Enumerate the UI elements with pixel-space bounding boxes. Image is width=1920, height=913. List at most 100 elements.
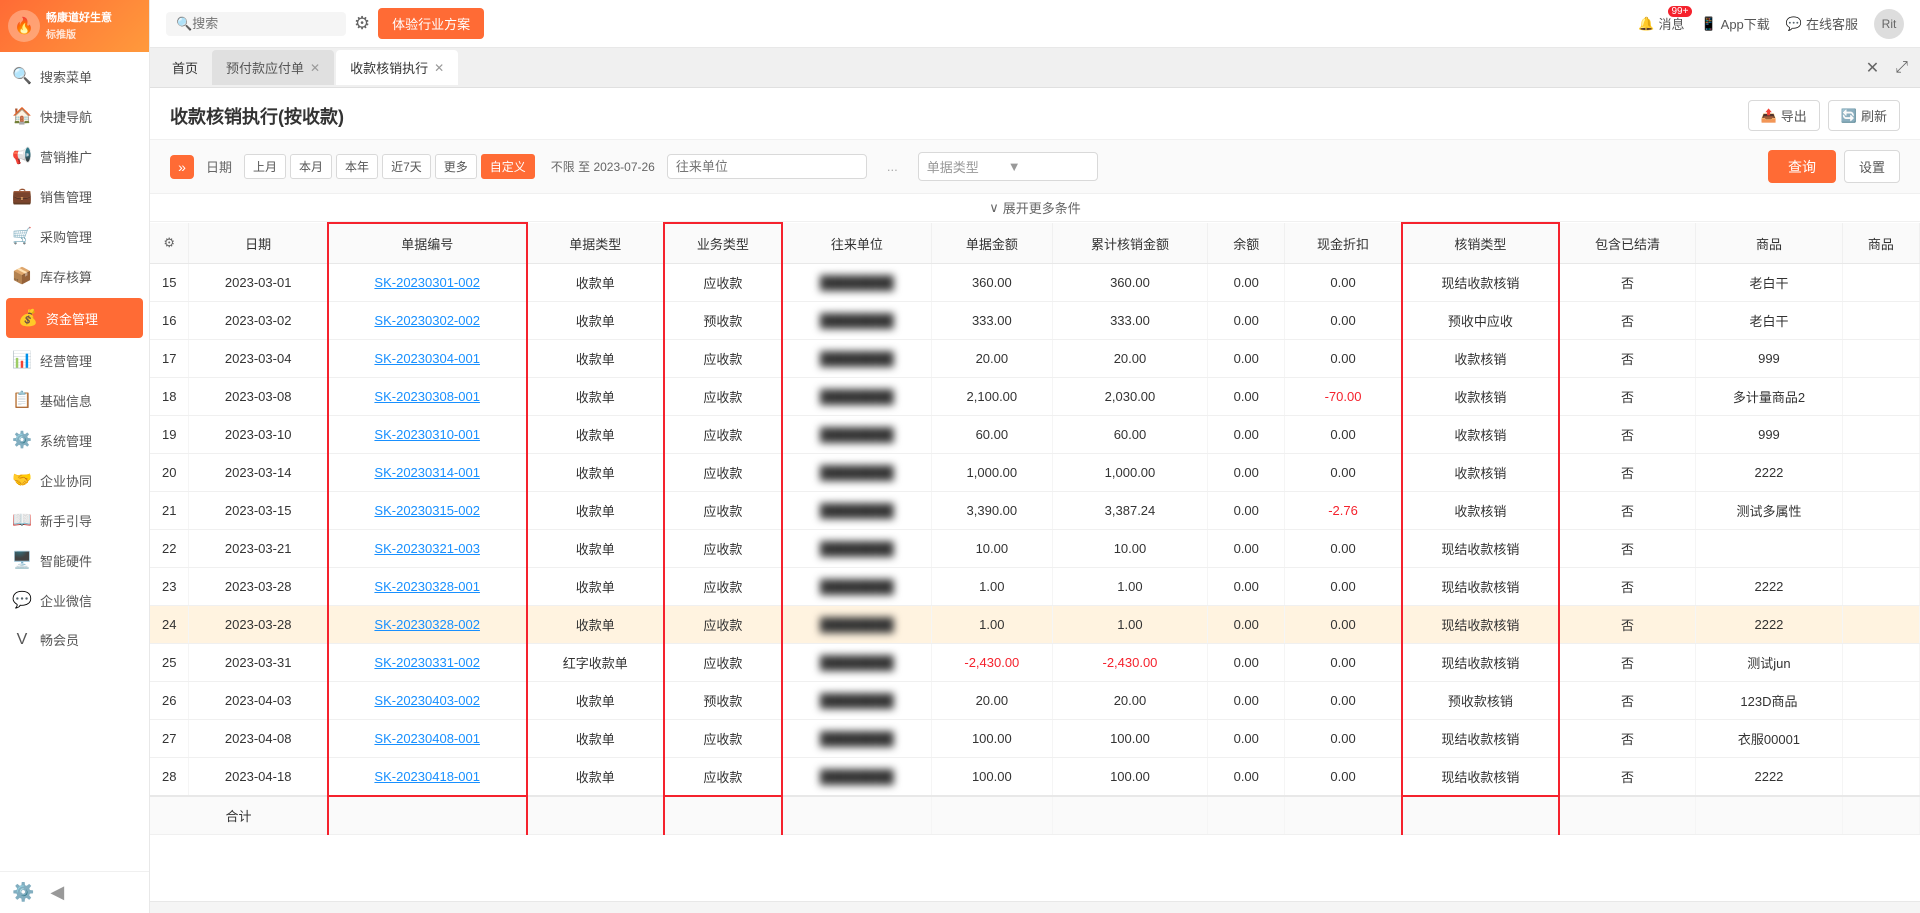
sidebar-item-hardware[interactable]: 🖥️ 智能硬件 — [0, 540, 149, 580]
sidebar-item-purchase[interactable]: 🛒 采购管理 — [0, 216, 149, 256]
sidebar-item-member[interactable]: V 畅会员 — [0, 620, 149, 659]
table-row[interactable]: 24 2023-03-28 SK-20230328-002 收款单 应收款 ██… — [150, 606, 1920, 644]
row-party: ████████ — [782, 644, 932, 682]
expand-more-button[interactable]: ∨ 展开更多条件 — [989, 198, 1081, 217]
row-balance: 0.00 — [1208, 758, 1285, 797]
row-date: 2023-04-08 — [189, 720, 328, 758]
maximize-tab-button[interactable]: ⤢ — [1891, 54, 1912, 82]
gear-icon-top[interactable]: ⚙ — [354, 13, 370, 34]
row-includes-settled: 否 — [1559, 682, 1696, 720]
col-header-doc-no: 单据编号 — [328, 223, 527, 264]
row-date: 2023-04-18 — [189, 758, 328, 797]
tab-home[interactable]: 首页 — [158, 50, 212, 85]
row-verify-amount: -2,430.00 — [1052, 644, 1208, 682]
table-row[interactable]: 21 2023-03-15 SK-20230315-002 收款单 应收款 ██… — [150, 492, 1920, 530]
row-biz-type: 应收款 — [664, 378, 782, 416]
table-row[interactable]: 26 2023-04-03 SK-20230403-002 收款单 预收款 ██… — [150, 682, 1920, 720]
table-row[interactable]: 25 2023-03-31 SK-20230331-002 红字收款单 应收款 … — [150, 644, 1920, 682]
sidebar: 🔥 畅康道好生意 标推版 🔍 搜索菜单 🏠 快捷导航 📢 营销推广 💼 销售管理… — [0, 0, 150, 913]
date-btn-last-month[interactable]: 上月 — [244, 154, 286, 179]
row-doc-type: 收款单 — [527, 606, 664, 644]
sidebar-item-operation[interactable]: 📊 经营管理 — [0, 340, 149, 380]
table-row[interactable]: 17 2023-03-04 SK-20230304-001 收款单 应收款 ██… — [150, 340, 1920, 378]
row-doc-no: SK-20230408-001 — [328, 720, 527, 758]
user-avatar[interactable]: Rit — [1874, 9, 1904, 39]
sidebar-item-wechat[interactable]: 💬 企业微信 — [0, 580, 149, 620]
close-tab-button[interactable]: ✕ — [1862, 54, 1883, 82]
settings-button[interactable]: 设置 — [1844, 150, 1900, 183]
row-amount: 20.00 — [931, 340, 1052, 378]
table-row[interactable]: 15 2023-03-01 SK-20230301-002 收款单 应收款 ██… — [150, 264, 1920, 302]
col-header-verify-amount: 累计核销金额 — [1052, 223, 1208, 264]
row-verify-type: 收款核销 — [1402, 454, 1559, 492]
row-date: 2023-03-28 — [189, 568, 328, 606]
export-button[interactable]: 📤 导出 — [1748, 100, 1820, 131]
tab-receipt-verify-close[interactable]: ✕ — [434, 61, 444, 75]
row-party: ████████ — [782, 530, 932, 568]
sidebar-item-enterprise[interactable]: 🤝 企业协同 — [0, 460, 149, 500]
query-button[interactable]: 查询 — [1768, 150, 1836, 183]
table-row[interactable]: 18 2023-03-08 SK-20230308-001 收款单 应收款 ██… — [150, 378, 1920, 416]
sidebar-item-system[interactable]: ⚙️ 系统管理 — [0, 420, 149, 460]
chevron-down-expand-icon: ∨ — [989, 200, 999, 216]
message-button[interactable]: 🔔 消息 99+ — [1638, 14, 1684, 33]
row-cash-discount: -70.00 — [1285, 378, 1402, 416]
doc-type-select[interactable]: 单据类型 ▼ — [918, 152, 1098, 181]
sidebar-item-guide[interactable]: 📖 新手引导 — [0, 500, 149, 540]
service-button[interactable]: 💬 在线客服 — [1786, 14, 1858, 33]
row-balance: 0.00 — [1208, 264, 1285, 302]
row-amount: 60.00 — [931, 416, 1052, 454]
message-badge: 99+ — [1668, 6, 1693, 17]
sidebar-item-quick[interactable]: 🏠 快捷导航 — [0, 96, 149, 136]
settings-bottom-icon[interactable]: ⚙️ — [12, 882, 34, 903]
row-amount: 360.00 — [931, 264, 1052, 302]
row-cash-discount: 0.00 — [1285, 530, 1402, 568]
table-row[interactable]: 19 2023-03-10 SK-20230310-001 收款单 应收款 ██… — [150, 416, 1920, 454]
row-date: 2023-03-02 — [189, 302, 328, 340]
table-row[interactable]: 27 2023-04-08 SK-20230408-001 收款单 应收款 ██… — [150, 720, 1920, 758]
table-row[interactable]: 22 2023-03-21 SK-20230321-003 收款单 应收款 ██… — [150, 530, 1920, 568]
search-box[interactable]: 🔍 — [166, 12, 346, 36]
date-btn-this-month[interactable]: 本月 — [290, 154, 332, 179]
sidebar-item-marketing[interactable]: 📢 营销推广 — [0, 136, 149, 176]
row-balance: 0.00 — [1208, 378, 1285, 416]
row-amount: 333.00 — [931, 302, 1052, 340]
row-doc-no: SK-20230328-002 — [328, 606, 527, 644]
row-cash-discount: -2.76 — [1285, 492, 1402, 530]
date-btn-more[interactable]: 更多 — [435, 154, 477, 179]
filter-expand-button[interactable]: » — [170, 155, 194, 179]
table-row[interactable]: 16 2023-03-02 SK-20230302-002 收款单 预收款 ██… — [150, 302, 1920, 340]
solution-button[interactable]: 体验行业方案 — [378, 8, 484, 39]
row-no: 19 — [150, 416, 189, 454]
row-cash-discount: 0.00 — [1285, 758, 1402, 797]
row-verify-amount: 2,030.00 — [1052, 378, 1208, 416]
tab-pre-payment[interactable]: 预付款应付单 ✕ — [212, 50, 334, 85]
date-btn-this-year[interactable]: 本年 — [336, 154, 378, 179]
refresh-button[interactable]: 🔄 刷新 — [1828, 100, 1900, 131]
sidebar-item-finance[interactable]: 💰 资金管理 — [6, 298, 143, 338]
row-party: ████████ — [782, 416, 932, 454]
date-btn-custom[interactable]: 自定义 — [481, 154, 535, 179]
table-row[interactable]: 28 2023-04-18 SK-20230418-001 收款单 应收款 ██… — [150, 758, 1920, 797]
date-btn-7days[interactable]: 近7天 — [382, 154, 431, 179]
col-header-settings[interactable]: ⚙ — [150, 223, 189, 264]
row-amount: 3,390.00 — [931, 492, 1052, 530]
table-scrollbar[interactable] — [150, 901, 1920, 913]
row-goods2 — [1842, 454, 1919, 492]
sidebar-label-marketing: 营销推广 — [40, 147, 92, 166]
party-input[interactable] — [676, 159, 858, 174]
sidebar-item-basic[interactable]: 📋 基础信息 — [0, 380, 149, 420]
search-input[interactable] — [192, 16, 312, 31]
collapse-icon[interactable]: ◀ — [50, 882, 64, 903]
tab-receipt-verify[interactable]: 收款核销执行 ✕ — [336, 50, 458, 85]
table-row[interactable]: 20 2023-03-14 SK-20230314-001 收款单 应收款 ██… — [150, 454, 1920, 492]
row-amount: -2,430.00 — [931, 644, 1052, 682]
app-download-button[interactable]: 📱 App下载 — [1700, 14, 1769, 33]
party-filter[interactable] — [667, 154, 867, 179]
tab-pre-payment-close[interactable]: ✕ — [310, 61, 320, 75]
sidebar-item-inventory[interactable]: 📦 库存核算 — [0, 256, 149, 296]
tabbar-actions: ✕ ⤢ — [1862, 54, 1912, 82]
sidebar-item-sales[interactable]: 💼 销售管理 — [0, 176, 149, 216]
sidebar-item-search[interactable]: 🔍 搜索菜单 — [0, 56, 149, 96]
table-row[interactable]: 23 2023-03-28 SK-20230328-001 收款单 应收款 ██… — [150, 568, 1920, 606]
